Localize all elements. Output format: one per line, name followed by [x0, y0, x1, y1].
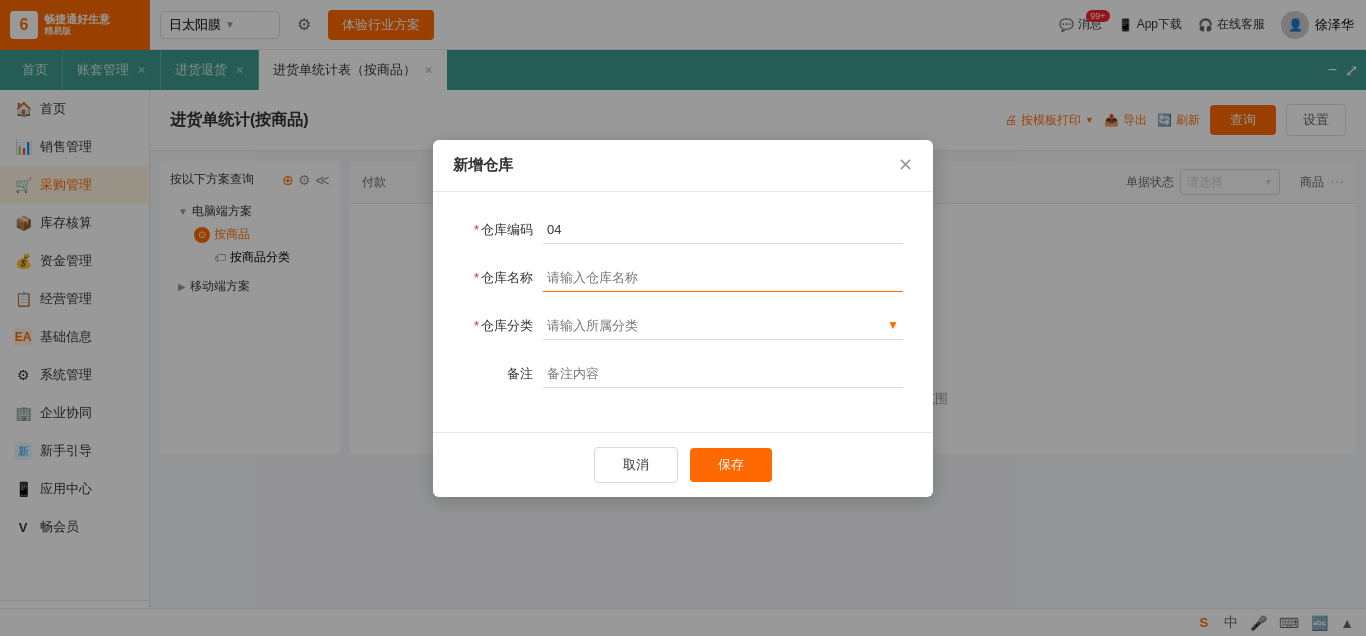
remark-input[interactable]	[543, 360, 903, 388]
warehouse-code-row: * 仓库编码	[463, 216, 903, 244]
cancel-button[interactable]: 取消	[594, 447, 678, 483]
modal-overlay[interactable]: 新增仓库 ✕ * 仓库编码 * 仓库名称	[0, 0, 1366, 636]
warehouse-category-input[interactable]	[547, 318, 887, 333]
modal-close-button[interactable]: ✕	[898, 156, 913, 174]
add-warehouse-modal: 新增仓库 ✕ * 仓库编码 * 仓库名称	[433, 140, 933, 497]
modal-body: * 仓库编码 * 仓库名称 * 仓库分类	[433, 192, 933, 432]
warehouse-name-label: * 仓库名称	[463, 269, 533, 287]
warehouse-name-input[interactable]	[543, 264, 903, 292]
required-star: *	[474, 270, 479, 285]
warehouse-code-input[interactable]	[543, 216, 903, 244]
warehouse-category-label: * 仓库分类	[463, 317, 533, 335]
warehouse-code-label: * 仓库编码	[463, 221, 533, 239]
required-star: *	[474, 318, 479, 333]
modal-footer: 取消 保存	[433, 432, 933, 497]
dropdown-arrow-icon: ▼	[887, 318, 899, 332]
warehouse-category-select[interactable]: ▼	[543, 312, 903, 340]
warehouse-category-row: * 仓库分类 ▼	[463, 312, 903, 340]
save-button[interactable]: 保存	[690, 448, 772, 482]
remark-label: 备注	[463, 365, 533, 383]
required-star: *	[474, 222, 479, 237]
modal-header: 新增仓库 ✕	[433, 140, 933, 192]
remark-row: 备注	[463, 360, 903, 388]
warehouse-name-row: * 仓库名称	[463, 264, 903, 292]
modal-title: 新增仓库	[453, 156, 513, 175]
